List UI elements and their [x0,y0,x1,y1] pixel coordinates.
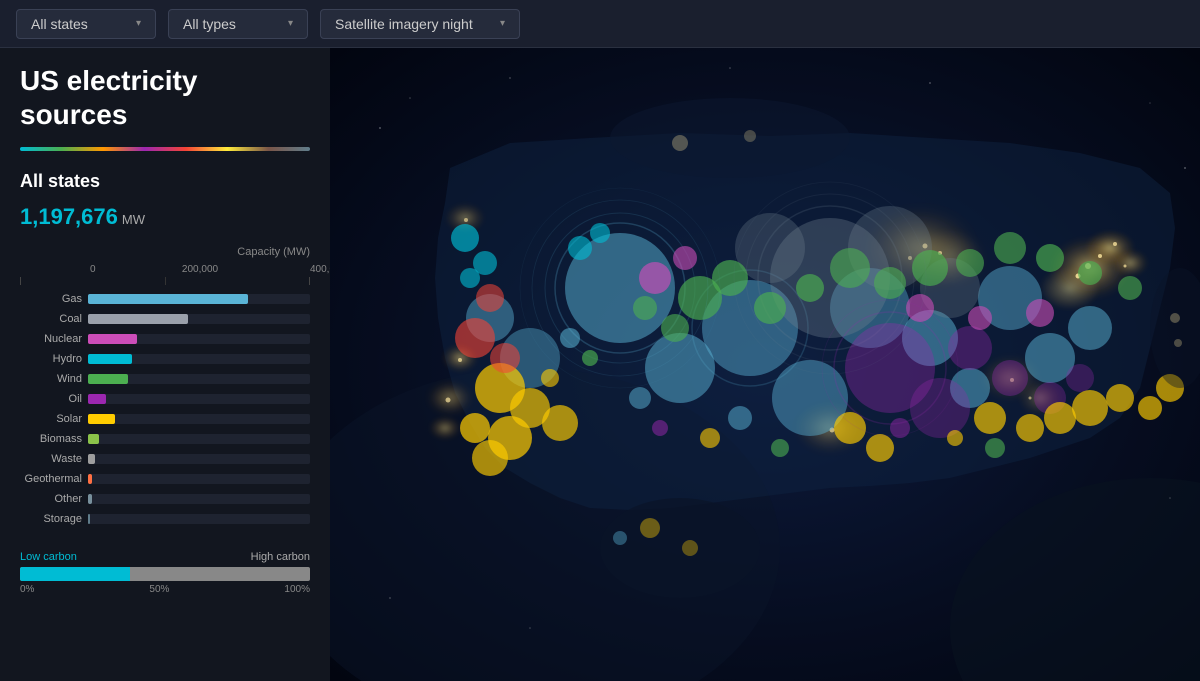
bar-row-nuclear: Nuclear [20,331,310,347]
bar-fill [88,494,92,504]
bar-fill [88,374,128,384]
bar-row-other: Other [20,491,310,507]
bar-fill [88,434,99,444]
app-title: US electricity sources [20,64,310,131]
percent-labels: 0% 50% 100% [20,584,310,595]
axis-200k: 200,000 [90,264,310,275]
bar-track [88,514,310,524]
bar-track [88,314,310,324]
pct-50: 50% [149,584,169,595]
bar-fill [88,334,137,344]
bar-fill [88,474,92,484]
pct-100: 100% [284,584,310,595]
bar-label: Hydro [20,353,88,365]
chart-header: Capacity (MW) [20,246,310,258]
bar-fill [88,394,106,404]
types-dropdown[interactable]: All types ▾ [168,9,308,39]
carbon-track [20,567,310,581]
bar-row-gas: Gas [20,291,310,307]
bar-label: Coal [20,313,88,325]
bars-container: Gas Coal Nuclear Hydro Wind Oil Solar Biomass Wa… [20,291,310,527]
imagery-label: Satellite imagery night [335,16,473,32]
bar-track [88,394,310,404]
bar-label: Gas [20,293,88,305]
bar-track [88,454,310,464]
bar-label: Other [20,493,88,505]
bar-track [88,434,310,444]
imagery-dropdown[interactable]: Satellite imagery night ▾ [320,9,520,39]
carbon-fill [20,567,130,581]
state-name: All states [20,171,310,192]
bar-fill [88,454,95,464]
bar-track [88,374,310,384]
bar-fill [88,314,188,324]
bar-row-storage: Storage [20,511,310,527]
bar-label: Solar [20,413,88,425]
bar-track [88,414,310,424]
bar-fill [88,514,90,524]
states-dropdown[interactable]: All states ▾ [16,9,156,39]
carbon-section: Low carbon High carbon 0% 50% 100% [20,551,310,595]
bar-label: Biomass [20,433,88,445]
states-chevron: ▾ [136,18,141,29]
capacity-chart: Capacity (MW) 0 200,000 400,000 GasCoalN… [20,246,310,531]
bar-row-wind: Wind [20,371,310,387]
sidebar: US electricity sources All states 1,197,… [0,48,330,681]
bar-fill [88,294,248,304]
main-content: US electricity sources All states 1,197,… [0,48,1200,681]
bar-label: Oil [20,393,88,405]
total-mw: 1,197,676 [20,204,118,230]
low-carbon-label: Low carbon [20,551,77,563]
bar-track [88,474,310,484]
bar-row-waste: Waste [20,451,310,467]
bar-label: Wind [20,373,88,385]
high-carbon-label: High carbon [251,551,310,563]
bar-row-geothermal: Geothermal [20,471,310,487]
bar-row-hydro: Hydro [20,351,310,367]
bar-track [88,294,310,304]
types-chevron: ▾ [288,18,293,29]
bar-track [88,354,310,364]
bar-track [88,334,310,344]
bar-fill [88,354,132,364]
bar-row-solar: Solar [20,411,310,427]
bar-label: Storage [20,513,88,525]
types-label: All types [183,16,236,32]
bar-label: Geothermal [20,473,88,485]
bar-label: Nuclear [20,333,88,345]
color-bar [20,147,310,151]
map-svg [330,48,1200,681]
bar-track [88,494,310,504]
map-panel[interactable] [330,48,1200,681]
imagery-chevron: ▾ [500,18,505,29]
states-label: All states [31,16,88,32]
topbar: All states ▾ All types ▾ Satellite image… [0,0,1200,48]
mw-unit: MW [122,212,145,227]
bar-row-biomass: Biomass [20,431,310,447]
pct-0: 0% [20,584,34,595]
bar-fill [88,414,115,424]
bar-row-oil: Oil [20,391,310,407]
bar-row-coal: Coal [20,311,310,327]
carbon-labels: Low carbon High carbon [20,551,310,563]
bar-label: Waste [20,453,88,465]
